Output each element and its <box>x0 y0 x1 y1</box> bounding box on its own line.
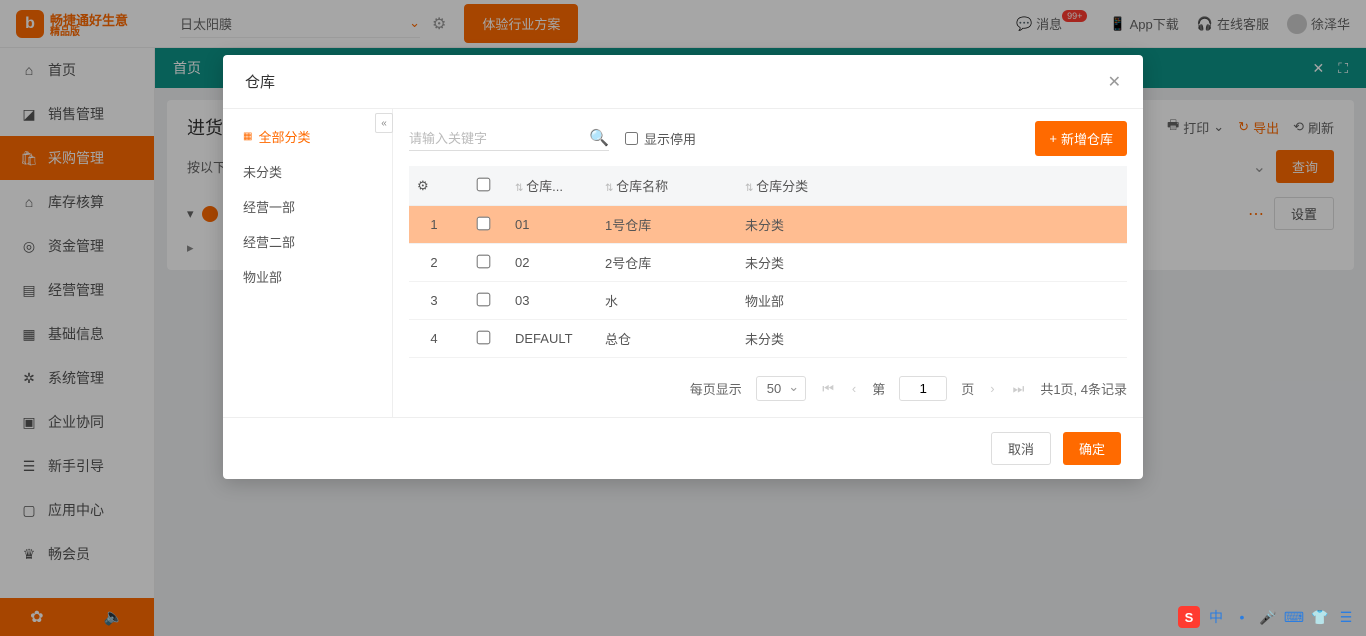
select-all-checkbox[interactable] <box>476 177 490 191</box>
warehouse-modal: 仓库 ✕ « ▦ 全部分类 未分类 经营一部 经营二部 物业部 🔍 <box>223 55 1143 479</box>
ime-punct-icon[interactable]: • <box>1232 607 1252 627</box>
ime-lang-icon[interactable]: 中 <box>1206 607 1226 627</box>
row-checkbox[interactable] <box>476 330 490 344</box>
add-warehouse-button[interactable]: + 新增仓库 <box>1035 121 1127 156</box>
next-page-icon[interactable]: › <box>988 381 996 396</box>
per-page-label: 每页显示 <box>690 379 742 398</box>
search-input[interactable] <box>409 131 589 146</box>
page-size-select[interactable]: 50 <box>756 376 806 401</box>
plus-icon: + <box>1049 131 1057 146</box>
ime-skin-icon[interactable]: 👕 <box>1310 607 1330 627</box>
ime-tool-icon[interactable]: ☰ <box>1336 607 1356 627</box>
ime-keyboard-icon[interactable]: ⌨ <box>1284 607 1304 627</box>
column-name[interactable]: 仓库名称 <box>597 166 737 206</box>
table-row[interactable]: 3 03 水 物业部 <box>409 282 1127 320</box>
show-disabled-checkbox[interactable]: 显示停用 <box>625 129 696 148</box>
page-post: 页 <box>961 379 974 398</box>
column-code[interactable]: 仓库... <box>507 166 597 206</box>
modal-overlay: 仓库 ✕ « ▦ 全部分类 未分类 经营一部 经营二部 物业部 🔍 <box>0 0 1366 636</box>
ime-sogou-icon[interactable]: S <box>1178 606 1200 628</box>
ok-button[interactable]: 确定 <box>1063 432 1121 465</box>
grid-icon: ▦ <box>243 131 252 142</box>
category-item[interactable]: 未分类 <box>223 154 392 189</box>
ime-mic-icon[interactable]: 🎤 <box>1258 607 1278 627</box>
close-icon[interactable]: ✕ <box>1108 72 1121 92</box>
page-pre: 第 <box>872 379 885 398</box>
page-summary: 共1页, 4条记录 <box>1040 379 1127 398</box>
row-checkbox[interactable] <box>476 254 490 268</box>
modal-title: 仓库 <box>245 71 275 92</box>
prev-page-icon[interactable]: ‹ <box>850 381 858 396</box>
first-page-icon[interactable]: ⏮ <box>820 381 836 397</box>
category-panel: « ▦ 全部分类 未分类 经营一部 经营二部 物业部 <box>223 109 393 417</box>
table-row[interactable]: 4 DEFAULT 总仓 未分类 <box>409 320 1127 358</box>
category-item[interactable]: 经营一部 <box>223 189 392 224</box>
row-checkbox[interactable] <box>476 216 490 230</box>
table-row[interactable]: 2 02 2号仓库 未分类 <box>409 244 1127 282</box>
checkbox[interactable] <box>625 132 638 145</box>
row-checkbox[interactable] <box>476 292 490 306</box>
category-all[interactable]: ▦ 全部分类 <box>223 119 392 154</box>
pagination: 每页显示 50 ⏮ ‹ 第 页 › ⏭ 共1页, 4条记录 <box>409 358 1127 401</box>
category-item[interactable]: 经营二部 <box>223 224 392 259</box>
column-category[interactable]: 仓库分类 <box>737 166 1127 206</box>
table-row[interactable]: 1 01 1号仓库 未分类 <box>409 206 1127 244</box>
category-item[interactable]: 物业部 <box>223 259 392 294</box>
search-box: 🔍 <box>409 126 609 151</box>
warehouse-table: ⚙ 仓库... 仓库名称 仓库分类 1 01 1号仓库 <box>409 166 1127 358</box>
search-icon[interactable]: 🔍 <box>589 128 609 148</box>
page-input[interactable] <box>899 376 947 401</box>
column-settings-icon[interactable]: ⚙ <box>409 166 459 206</box>
table-panel: 🔍 显示停用 + 新增仓库 ⚙ <box>393 109 1143 417</box>
cancel-button[interactable]: 取消 <box>991 432 1051 465</box>
ime-toolbar: S 中 • 🎤 ⌨ 👕 ☰ <box>1178 606 1356 628</box>
collapse-icon[interactable]: « <box>375 113 393 133</box>
last-page-icon[interactable]: ⏭ <box>1011 381 1027 397</box>
